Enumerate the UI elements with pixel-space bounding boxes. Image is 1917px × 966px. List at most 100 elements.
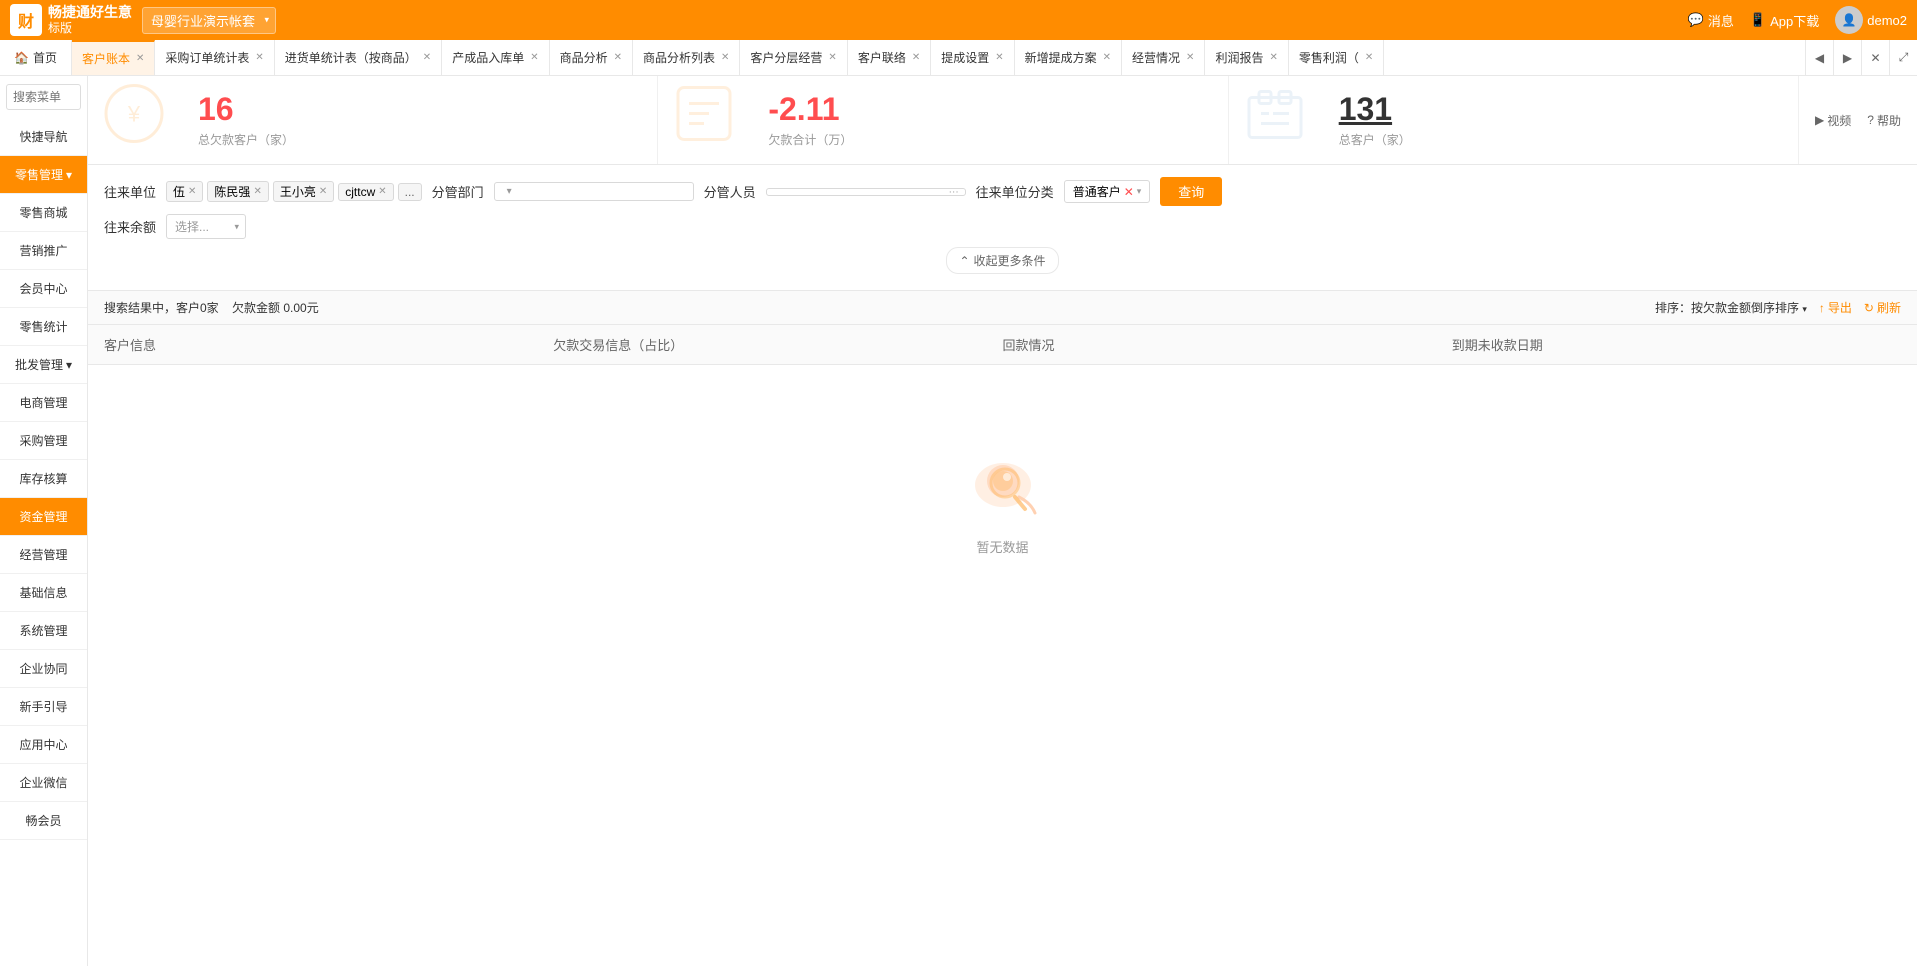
tab-nav-buttons: ◀ ▶ ✕ ⤢ bbox=[1805, 40, 1917, 76]
col-overdue-date: 到期未收款日期 bbox=[1452, 335, 1901, 354]
chevron-down-icon-wholesale: ▾ bbox=[66, 358, 72, 372]
stat-all-customers: 131 总客户（家） bbox=[1229, 76, 1799, 164]
refresh-icon: ↻ bbox=[1864, 301, 1874, 315]
tab-close-product-analysis-list[interactable]: ✕ bbox=[721, 52, 729, 63]
query-button[interactable]: 查询 bbox=[1160, 177, 1222, 206]
sidebar-item-newbie[interactable]: 新手引导 bbox=[0, 688, 87, 726]
tab-close-product-instock[interactable]: ✕ bbox=[530, 52, 538, 63]
remove-tag-cjttcw[interactable]: ✕ bbox=[378, 186, 386, 197]
debt-total-label: 欠款合计（万） bbox=[768, 131, 852, 148]
unit-tag-cjttcw: cjttcw ✕ bbox=[338, 183, 393, 201]
account-selector[interactable]: 母婴行业演示帐套 ▾ bbox=[142, 7, 276, 34]
sidebar-item-member[interactable]: 会员中心 bbox=[0, 270, 87, 308]
tab-close-customer-contact[interactable]: ✕ bbox=[912, 52, 920, 63]
dept-filter-select[interactable] bbox=[494, 182, 694, 201]
tab-close-new-promotion[interactable]: ✕ bbox=[1103, 52, 1111, 63]
tab-customer-account[interactable]: 客户账本 ✕ bbox=[72, 40, 155, 76]
sidebar-item-app-center[interactable]: 应用中心 bbox=[0, 726, 87, 764]
remove-tag-chen[interactable]: ✕ bbox=[253, 186, 261, 197]
unit-type-filter-label: 往来单位分类 bbox=[976, 182, 1054, 201]
tabs-bar: 🏠 首页 客户账本 ✕ 采购订单统计表 ✕ 进货单统计表（按商品） ✕ 产成品入… bbox=[0, 40, 1917, 76]
tab-customer-contact[interactable]: 客户联络 ✕ bbox=[848, 40, 931, 76]
tab-close-purchase-order[interactable]: ✕ bbox=[255, 52, 263, 63]
tab-prev-btn[interactable]: ◀ bbox=[1805, 40, 1833, 76]
sidebar-search-area bbox=[0, 76, 87, 118]
unit-filter-label: 往来单位 bbox=[104, 182, 156, 201]
sidebar-item-operations-mgmt[interactable]: 经营管理 bbox=[0, 536, 87, 574]
tab-product-analysis-list[interactable]: 商品分析列表 ✕ bbox=[633, 40, 740, 76]
tab-promotion-settings[interactable]: 提成设置 ✕ bbox=[931, 40, 1014, 76]
sidebar-item-finance[interactable]: 资金管理 bbox=[0, 498, 87, 536]
sidebar-item-member-plus[interactable]: 畅会员 bbox=[0, 802, 87, 840]
export-button[interactable]: ↑ 导出 bbox=[1819, 299, 1852, 316]
data-table: 客户信息 欠款交易信息（占比） 回款情况 到期未收款日期 bbox=[88, 325, 1917, 966]
chevron-down-icon-sort: ▾ bbox=[1802, 304, 1807, 314]
sidebar-item-basic-info[interactable]: 基础信息 bbox=[0, 574, 87, 612]
tab-close-customer-account[interactable]: ✕ bbox=[136, 53, 144, 64]
message-btn[interactable]: 💬 消息 bbox=[1688, 11, 1734, 30]
unit-type-filter-select[interactable]: 普通客户 ✕ ▾ bbox=[1064, 180, 1151, 203]
tab-close-product-analysis[interactable]: ✕ bbox=[614, 52, 622, 63]
help-link[interactable]: ? 帮助 bbox=[1867, 112, 1901, 129]
tab-next-btn[interactable]: ▶ bbox=[1833, 40, 1861, 76]
sidebar-item-marketing[interactable]: 营销推广 bbox=[0, 232, 87, 270]
balance-filter-select[interactable]: 选择... ▾ bbox=[166, 214, 246, 239]
chevron-down-icon-unit-type: ▾ bbox=[1137, 186, 1142, 197]
sidebar-item-ecommerce[interactable]: 电商管理 bbox=[0, 384, 87, 422]
tab-close-promotion-settings[interactable]: ✕ bbox=[995, 52, 1003, 63]
sidebar-item-wholesale[interactable]: 批发管理 ▾ bbox=[0, 346, 87, 384]
sidebar-item-quick-nav[interactable]: 快捷导航 bbox=[0, 118, 87, 156]
tab-close-customer-tier[interactable]: ✕ bbox=[828, 52, 836, 63]
tab-profit-report[interactable]: 利润报告 ✕ bbox=[1205, 40, 1288, 76]
main-wrapper: 快捷导航 零售管理 ▾ 零售商城 营销推广 会员中心 零售统计 批发管理 ▾ 电… bbox=[0, 76, 1917, 966]
tab-operations[interactable]: 经营情况 ✕ bbox=[1122, 40, 1205, 76]
tab-retail-profit[interactable]: 零售利润（ ✕ bbox=[1289, 40, 1384, 76]
col-customer-info: 客户信息 bbox=[104, 335, 553, 354]
results-summary: 搜索结果中，客户0家 欠款金额 0.00元 bbox=[104, 299, 319, 316]
sidebar-item-enterprise[interactable]: 企业协同 bbox=[0, 650, 87, 688]
export-icon: ↑ bbox=[1819, 301, 1825, 315]
tab-fullscreen-btn[interactable]: ⤢ bbox=[1889, 40, 1917, 76]
tab-close-profit-report[interactable]: ✕ bbox=[1269, 52, 1277, 63]
sidebar-item-retail-mall[interactable]: 零售商城 bbox=[0, 194, 87, 232]
stats-header-actions: ▶ 视频 ? 帮助 bbox=[1799, 76, 1917, 164]
app-download-btn[interactable]: 📱 App下载 bbox=[1750, 11, 1819, 30]
video-link[interactable]: ▶ 视频 bbox=[1815, 112, 1851, 129]
remove-tag-wang[interactable]: ✕ bbox=[319, 186, 327, 197]
tab-customer-tier[interactable]: 客户分层经营 ✕ bbox=[740, 40, 847, 76]
sidebar-item-inventory[interactable]: 库存核算 bbox=[0, 460, 87, 498]
balance-filter-label: 往来余额 bbox=[104, 217, 156, 236]
home-icon: 🏠 bbox=[14, 51, 29, 65]
chevron-down-icon: ▾ bbox=[66, 168, 72, 182]
search-input[interactable] bbox=[6, 84, 81, 110]
sidebar-item-enterprise-wechat[interactable]: 企业微信 bbox=[0, 764, 87, 802]
sidebar-item-purchase[interactable]: 采购管理 bbox=[0, 422, 87, 460]
tab-product-analysis[interactable]: 商品分析 ✕ bbox=[550, 40, 633, 76]
sidebar-item-retail-stats[interactable]: 零售统计 bbox=[0, 308, 87, 346]
total-customers-value: 16 bbox=[198, 92, 294, 127]
remove-unit-type-tag[interactable]: ✕ bbox=[1124, 185, 1134, 199]
refresh-button[interactable]: ↻ 刷新 bbox=[1864, 299, 1901, 316]
unit-tag-wang: 王小亮 ✕ bbox=[273, 181, 334, 202]
tab-new-promotion[interactable]: 新增提成方案 ✕ bbox=[1015, 40, 1122, 76]
person-filter-select[interactable]: ··· bbox=[766, 188, 966, 196]
tab-purchase-order[interactable]: 采购订单统计表 ✕ bbox=[155, 40, 274, 76]
unit-tag-more[interactable]: ... bbox=[398, 183, 422, 201]
sort-label: 排序：按欠款金额倒序排序 ▾ bbox=[1655, 299, 1807, 316]
video-icon: ▶ bbox=[1815, 113, 1824, 127]
remove-tag-wu[interactable]: ✕ bbox=[188, 186, 196, 197]
tab-purchase-stats[interactable]: 进货单统计表（按商品） ✕ bbox=[275, 40, 442, 76]
tab-close-all-btn[interactable]: ✕ bbox=[1861, 40, 1889, 76]
tab-close-retail-profit[interactable]: ✕ bbox=[1365, 52, 1373, 63]
collapse-button[interactable]: ⌃ 收起更多条件 bbox=[946, 247, 1058, 274]
help-icon: ? bbox=[1867, 113, 1874, 127]
tab-product-instock[interactable]: 产成品入库单 ✕ bbox=[442, 40, 549, 76]
sidebar-item-system[interactable]: 系统管理 bbox=[0, 612, 87, 650]
tab-close-operations[interactable]: ✕ bbox=[1186, 52, 1194, 63]
empty-icon bbox=[963, 445, 1043, 525]
sidebar-item-retail[interactable]: 零售管理 ▾ bbox=[0, 156, 87, 194]
tab-home[interactable]: 🏠 首页 bbox=[0, 40, 72, 76]
tab-close-purchase-stats[interactable]: ✕ bbox=[423, 52, 431, 63]
user-menu[interactable]: 👤 demo2 bbox=[1835, 6, 1907, 34]
chevron-down-icon-balance: ▾ bbox=[234, 221, 239, 232]
